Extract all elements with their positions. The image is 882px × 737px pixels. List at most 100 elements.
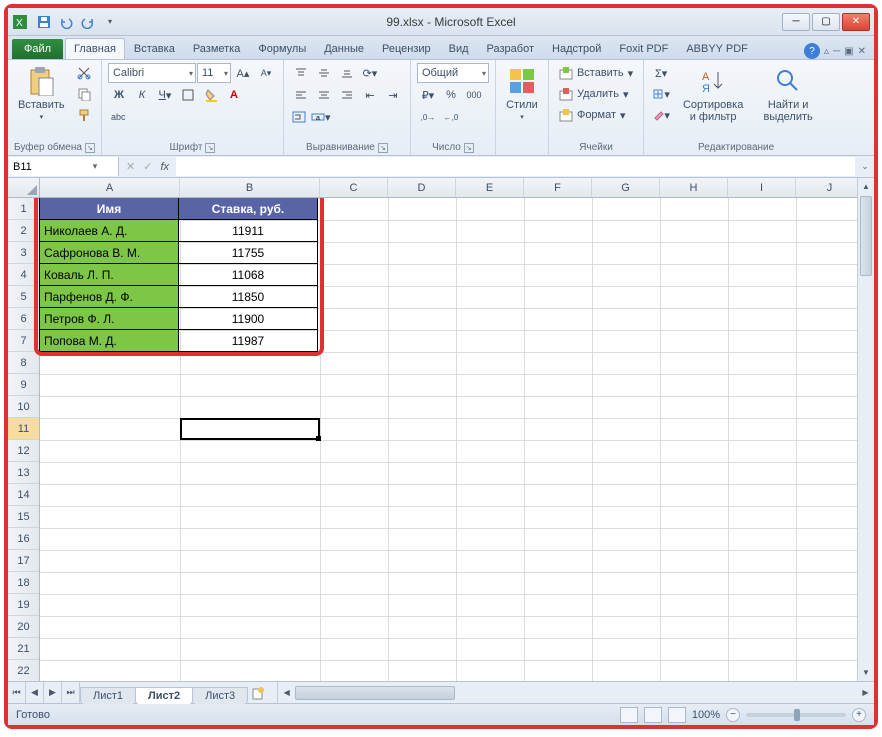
row-header[interactable]: 17 [8,550,39,572]
scroll-left-icon[interactable]: ◀ [278,688,295,697]
file-tab[interactable]: Файл [12,39,63,59]
row-header[interactable]: 12 [8,440,39,462]
row-header[interactable]: 16 [8,528,39,550]
page-break-view-icon[interactable] [668,707,686,723]
number-format-combo[interactable]: Общий [417,63,489,83]
row-header[interactable]: 7 [8,330,39,352]
page-layout-view-icon[interactable] [644,707,662,723]
align-left-icon[interactable] [290,85,312,105]
new-sheet-icon[interactable] [247,682,269,703]
border-icon[interactable] [177,85,199,105]
row-header[interactable]: 4 [8,264,39,286]
column-header[interactable]: C [320,178,388,197]
dialog-launcher-icon[interactable]: ↘ [205,143,215,153]
column-header[interactable]: E [456,178,524,197]
row-header[interactable]: 14 [8,484,39,506]
table-cell[interactable]: 11850 [178,285,318,308]
align-top-icon[interactable] [290,63,312,83]
scroll-right-icon[interactable]: ▶ [857,688,874,697]
increase-decimal-icon[interactable]: ,0→ [417,107,439,127]
doc-restore-icon[interactable]: ▣ [844,46,853,57]
ribbon-tab-данные[interactable]: Данные [315,38,373,59]
column-header[interactable]: F [524,178,592,197]
prev-sheet-icon[interactable]: ◀ [26,682,44,703]
row-header[interactable]: 22 [8,660,39,681]
table-cell[interactable]: Петров Ф. Л. [39,307,179,330]
font-color-icon[interactable]: A [223,85,245,105]
font-size-combo[interactable]: 11 [197,63,231,83]
insert-cells-button[interactable]: Вставить▾ [555,63,637,83]
format-cells-button[interactable]: Формат▾ [555,105,637,125]
sort-filter-button[interactable]: АЯ Сортировка и фильтр [676,63,750,125]
row-header[interactable]: 5 [8,286,39,308]
zoom-out-icon[interactable]: − [726,708,740,722]
column-header[interactable]: I [728,178,796,197]
row-header[interactable]: 11 [8,418,39,440]
ribbon-tab-надстрой[interactable]: Надстрой [543,38,610,59]
ribbon-tab-foxit pdf[interactable]: Foxit PDF [610,38,677,59]
sheet-tab[interactable]: Лист2 [135,687,193,704]
row-header[interactable]: 20 [8,616,39,638]
row-header[interactable]: 15 [8,506,39,528]
dialog-launcher-icon[interactable]: ↘ [464,143,474,153]
ribbon-tab-разработ[interactable]: Разработ [478,38,543,59]
ribbon-tab-abbyy pdf[interactable]: ABBYY PDF [677,38,757,59]
ribbon-tab-формулы[interactable]: Формулы [249,38,315,59]
styles-button[interactable]: Стили ▾ [502,63,542,123]
last-sheet-icon[interactable]: ⏭ [62,682,80,703]
scroll-thumb[interactable] [860,198,872,276]
row-header[interactable]: 9 [8,374,39,396]
horizontal-scrollbar[interactable]: ◀ ▶ [277,682,874,703]
decrease-indent-icon[interactable]: ⇤ [359,85,381,105]
column-header[interactable]: H [660,178,728,197]
redo-icon[interactable] [78,12,98,32]
comma-icon[interactable]: 000 [463,85,485,105]
table-cell[interactable]: Парфенов Д. Ф. [39,285,179,308]
paste-button[interactable]: Вставить ▾ [14,63,69,123]
phonetic-icon[interactable]: abc [108,107,129,127]
table-cell[interactable]: 11068 [178,263,318,286]
zoom-level[interactable]: 100% [692,709,720,721]
row-header[interactable]: 2 [8,220,39,242]
table-cell[interactable]: Николаев А. Д. [39,219,179,242]
merge-icon[interactable]: a▾ [309,107,333,127]
doc-minimize-icon[interactable]: ─ [833,46,840,57]
row-header[interactable]: 19 [8,594,39,616]
cancel-formula-icon[interactable]: ✕ [126,160,135,173]
table-cell[interactable]: Сафронова В. М. [39,241,179,264]
zoom-in-icon[interactable]: + [852,708,866,722]
row-header[interactable]: 10 [8,396,39,418]
name-box-input[interactable] [9,161,87,173]
table-cell[interactable]: Попова М. Д. [39,329,179,352]
qat-more-icon[interactable]: ▾ [100,12,120,32]
delete-cells-button[interactable]: Удалить▾ [555,84,637,104]
expand-formula-icon[interactable]: ⌄ [856,156,874,177]
doc-close-icon[interactable]: ✕ [858,46,866,57]
column-header[interactable]: D [388,178,456,197]
copy-icon[interactable] [73,84,95,104]
align-right-icon[interactable] [336,85,358,105]
table-header-cell[interactable]: Имя [39,198,179,220]
ribbon-tab-главная[interactable]: Главная [65,38,125,59]
maximize-button[interactable]: ▢ [812,13,840,31]
sheet-tab[interactable]: Лист3 [192,687,248,704]
table-cell[interactable]: 11900 [178,307,318,330]
ribbon-tab-вставка[interactable]: Вставка [125,38,184,59]
formula-input[interactable] [176,157,855,176]
decrease-font-icon[interactable]: A▾ [255,63,277,83]
font-name-combo[interactable]: Calibri [108,63,196,83]
fill-color-icon[interactable] [200,85,222,105]
row-header[interactable]: 21 [8,638,39,660]
first-sheet-icon[interactable]: ⏮ [8,682,26,703]
column-header[interactable]: A [40,178,180,197]
vertical-scrollbar[interactable]: ▲ ▼ [857,198,874,681]
currency-icon[interactable]: ₽▾ [417,85,439,105]
row-header[interactable]: 3 [8,242,39,264]
increase-indent-icon[interactable]: ⇥ [382,85,404,105]
find-select-button[interactable]: Найти и выделить [754,63,822,125]
column-header[interactable]: J [796,178,864,197]
format-painter-icon[interactable] [73,105,95,125]
italic-icon[interactable]: К [131,85,153,105]
scroll-thumb[interactable] [295,686,455,700]
close-button[interactable]: ✕ [842,13,870,31]
